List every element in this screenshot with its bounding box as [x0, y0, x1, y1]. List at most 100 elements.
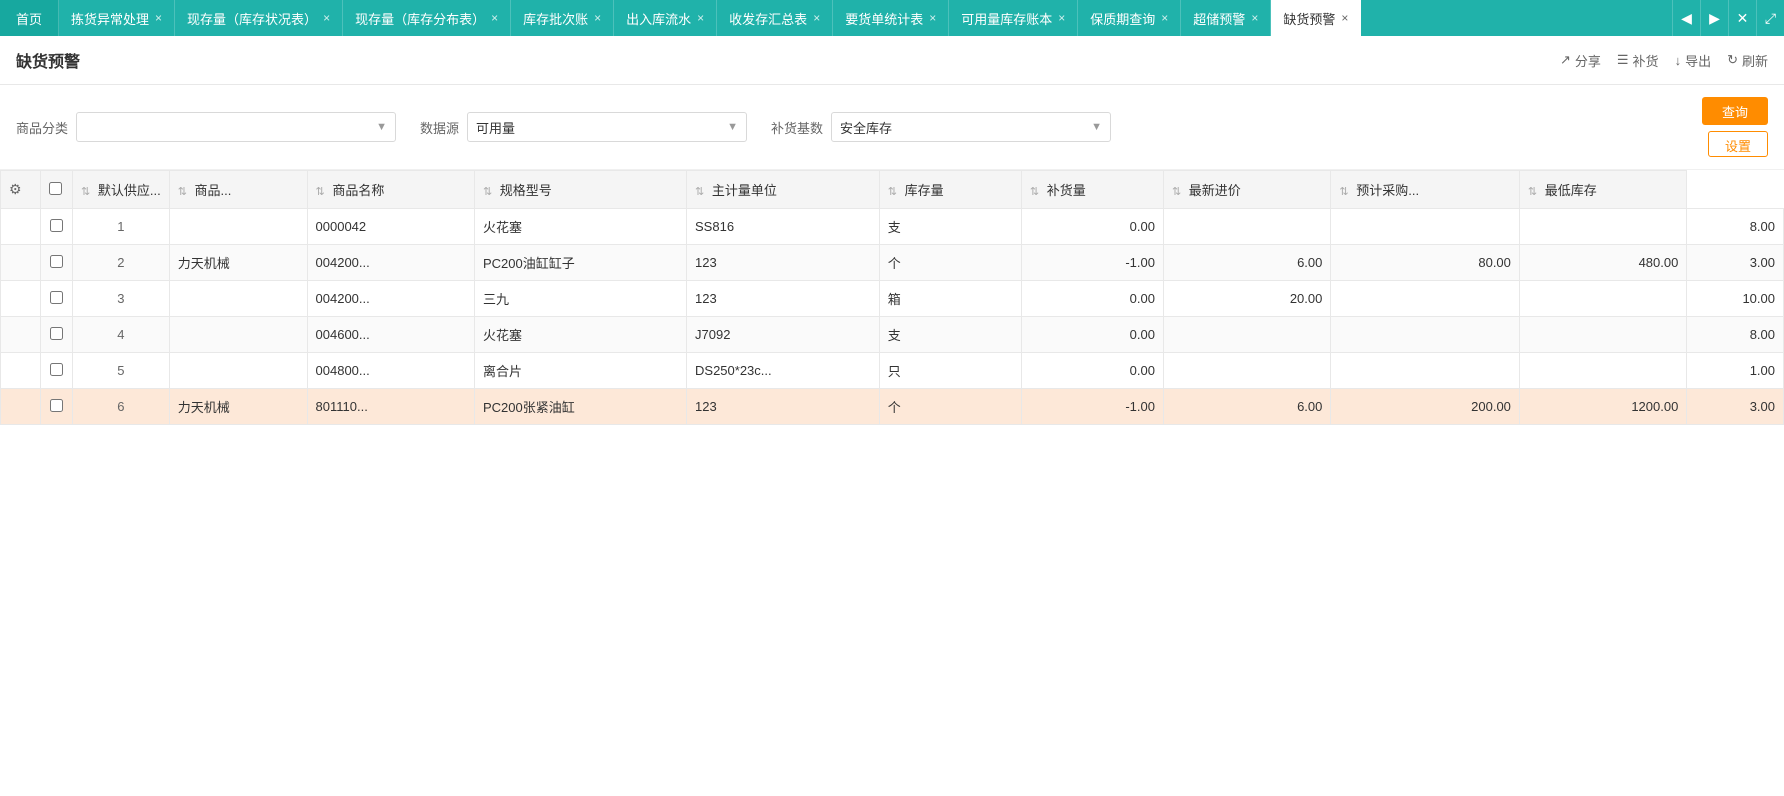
- th-stock-label: 库存量: [905, 183, 944, 198]
- gear-icon[interactable]: ⚙: [9, 181, 22, 197]
- tab-receive-summary[interactable]: 收发存汇总表 ×: [717, 0, 833, 36]
- export-button[interactable]: ↓ 导出: [1675, 51, 1712, 70]
- replenish-icon: ☰: [1617, 52, 1629, 68]
- row-name-3: 火花塞: [474, 317, 686, 353]
- replenish-label: 补货: [1633, 51, 1659, 70]
- row-est-purchase-2: [1519, 281, 1686, 317]
- row-checkbox-4[interactable]: [50, 363, 63, 376]
- row-gear-2: [1, 281, 41, 317]
- filter-group-datasource: 数据源 可用量 ▼: [420, 112, 747, 142]
- tab-home[interactable]: 首页: [0, 0, 59, 36]
- row-checkbox-1[interactable]: [50, 255, 63, 268]
- row-code-2: 004200...: [307, 281, 474, 317]
- datasource-select-value: 可用量: [476, 118, 727, 137]
- row-checkbox-cell-0: [41, 209, 73, 245]
- tab-abnormal-close[interactable]: ×: [155, 11, 162, 25]
- row-stock-1: -1.00: [1021, 245, 1163, 281]
- row-min-stock-1: 3.00: [1687, 245, 1784, 281]
- row-replenish-4: [1163, 353, 1330, 389]
- th-est-purchase: ⇅ 预计采购...: [1331, 171, 1520, 209]
- row-spec-5: 123: [687, 389, 880, 425]
- query-button[interactable]: 查询: [1702, 97, 1768, 125]
- tab-expiry[interactable]: 保质期查询 ×: [1078, 0, 1181, 36]
- datasource-select[interactable]: 可用量 ▼: [467, 112, 747, 142]
- tab-available-close[interactable]: ×: [1058, 11, 1065, 25]
- tab-available[interactable]: 可用量库存账本 ×: [949, 0, 1078, 36]
- table-header-row: ⚙ ⇅ 默认供应... ⇅ 商品... ⇅ 商品名称: [1, 171, 1784, 209]
- row-checkbox-cell-4: [41, 353, 73, 389]
- tab-receive-summary-close[interactable]: ×: [813, 11, 820, 25]
- row-spec-1: 123: [687, 245, 880, 281]
- th-supplier: ⇅ 默认供应...: [73, 171, 170, 209]
- tab-overstock-close[interactable]: ×: [1251, 11, 1258, 25]
- row-spec-0: SS816: [687, 209, 880, 245]
- tab-batch-close[interactable]: ×: [594, 11, 601, 25]
- table-row: 4 004600... 火花塞 J7092 支 0.00 8.00: [1, 317, 1784, 353]
- replenish-button[interactable]: ☰ 补货: [1617, 51, 1659, 70]
- row-num-0: 1: [73, 209, 170, 245]
- row-checkbox-2[interactable]: [50, 291, 63, 304]
- replenish-basis-select[interactable]: 安全库存 ▼: [831, 112, 1111, 142]
- tab-batch[interactable]: 库存批次账 ×: [511, 0, 614, 36]
- share-icon: ↗: [1560, 52, 1571, 68]
- row-spec-3: J7092: [687, 317, 880, 353]
- row-latest-price-4: [1331, 353, 1520, 389]
- row-replenish-2: 20.00: [1163, 281, 1330, 317]
- replenish-basis-value: 安全库存: [840, 118, 1091, 137]
- replenish-basis-label: 补货基数: [771, 118, 823, 137]
- row-latest-price-2: [1331, 281, 1520, 317]
- tab-maximize-button[interactable]: ⤢: [1756, 0, 1784, 36]
- row-code-1: 004200...: [307, 245, 474, 281]
- tab-shortage-close[interactable]: ×: [1341, 11, 1348, 25]
- row-checkbox-5[interactable]: [50, 399, 63, 412]
- th-code: ⇅ 商品...: [169, 171, 307, 209]
- tab-next-button[interactable]: ▶: [1700, 0, 1728, 36]
- tab-inout-flow-close[interactable]: ×: [697, 11, 704, 25]
- commodity-select[interactable]: ▼: [76, 112, 396, 142]
- tab-abnormal[interactable]: 拣货异常处理 ×: [59, 0, 175, 36]
- row-name-2: 三九: [474, 281, 686, 317]
- th-unit-label: 主计量单位: [712, 183, 777, 198]
- tab-order-stat-label: 要货单统计表: [845, 9, 923, 28]
- th-name-label: 商品名称: [332, 183, 384, 198]
- tab-inventory-status-close[interactable]: ×: [323, 11, 330, 25]
- tab-order-stat-close[interactable]: ×: [929, 11, 936, 25]
- select-all-checkbox[interactable]: [49, 182, 62, 195]
- table-body: 1 0000042 火花塞 SS816 支 0.00 8.00 2 力天机械 0…: [1, 209, 1784, 425]
- data-table: ⚙ ⇅ 默认供应... ⇅ 商品... ⇅ 商品名称: [0, 170, 1784, 425]
- row-checkbox-0[interactable]: [50, 219, 63, 232]
- th-gear: ⚙: [1, 171, 41, 209]
- tab-overstock[interactable]: 超储预警 ×: [1181, 0, 1271, 36]
- table-row: 1 0000042 火花塞 SS816 支 0.00 8.00: [1, 209, 1784, 245]
- row-unit-1: 个: [879, 245, 1021, 281]
- replenish-basis-arrow: ▼: [1091, 121, 1102, 133]
- setting-button[interactable]: 设置: [1708, 131, 1768, 157]
- datasource-select-arrow: ▼: [727, 121, 738, 133]
- tab-inventory-status[interactable]: 现存量（库存状况表） ×: [175, 0, 343, 36]
- row-num-3: 4: [73, 317, 170, 353]
- row-checkbox-3[interactable]: [50, 327, 63, 340]
- row-name-1: PC200油缸缸子: [474, 245, 686, 281]
- commodity-label: 商品分类: [16, 118, 68, 137]
- supplier-sort-icon: ⇅: [81, 186, 90, 198]
- filter-bar: 商品分类 ▼ 数据源 可用量 ▼ 补货基数 安全库存 ▼ 查询 设置: [0, 85, 1784, 170]
- row-num-4: 5: [73, 353, 170, 389]
- tab-inventory-dist[interactable]: 现存量（库存分布表） ×: [343, 0, 511, 36]
- row-supplier-4: [169, 353, 307, 389]
- row-code-3: 004600...: [307, 317, 474, 353]
- tab-shortage[interactable]: 缺货预警 ×: [1271, 0, 1361, 36]
- th-min-stock-label: 最低库存: [1545, 183, 1597, 198]
- refresh-button[interactable]: ↻ 刷新: [1727, 51, 1768, 70]
- row-checkbox-cell-1: [41, 245, 73, 281]
- row-est-purchase-0: [1519, 209, 1686, 245]
- tab-prev-button[interactable]: ◀: [1672, 0, 1700, 36]
- page-content: 缺货预警 ↗ 分享 ☰ 补货 ↓ 导出 ↻ 刷新 商品分类: [0, 36, 1784, 796]
- tab-inventory-dist-close[interactable]: ×: [491, 11, 498, 25]
- tab-expiry-close[interactable]: ×: [1161, 11, 1168, 25]
- tab-close-all-button[interactable]: ✕: [1728, 0, 1756, 36]
- tab-inout-flow[interactable]: 出入库流水 ×: [614, 0, 717, 36]
- row-unit-0: 支: [879, 209, 1021, 245]
- share-button[interactable]: ↗ 分享: [1560, 51, 1601, 70]
- tab-order-stat[interactable]: 要货单统计表 ×: [833, 0, 949, 36]
- tab-expiry-label: 保质期查询: [1090, 9, 1155, 28]
